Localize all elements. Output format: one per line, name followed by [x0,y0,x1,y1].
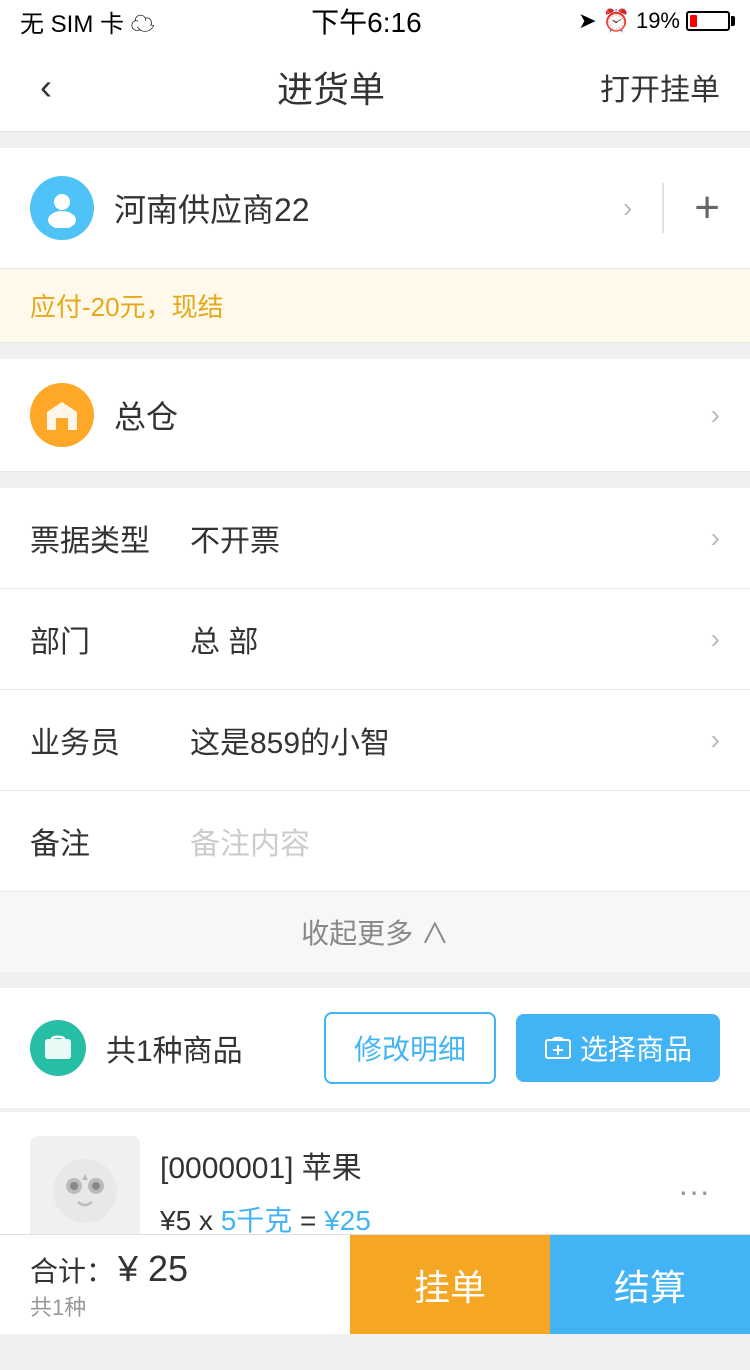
ticket-type-value: 不开票 [190,516,711,560]
product-quantity: 5千克 [221,1205,293,1236]
status-left: 无 SIM 卡 ☁ [20,4,155,39]
collapse-bar[interactable]: 收起更多 ∧ [0,892,750,972]
notice-bar: 应付-20元，现结 [0,269,750,343]
total-amount: ¥ 25 [118,1248,188,1290]
status-right: ➤ ⏰ 19% [578,8,730,34]
add-supplier-button[interactable]: + [694,186,720,230]
select-product-label: 选择商品 [580,1028,692,1068]
department-row[interactable]: 部门 总 部 › [0,589,750,690]
select-product-button[interactable]: 选择商品 [516,1014,720,1082]
product-count-text: 共1种商品 [106,1026,304,1070]
remarks-row[interactable]: 备注 备注内容 [0,791,750,892]
edit-detail-button[interactable]: 修改明细 [324,1012,496,1084]
department-chevron-icon: › [711,623,720,655]
salesman-row[interactable]: 业务员 这是859的小智 › [0,690,750,791]
total-count: 共1种 [30,1290,320,1322]
warehouse-name: 总仓 [114,392,711,438]
product-equals: = [292,1205,324,1236]
select-product-icon [544,1034,572,1062]
location-icon: ➤ [578,8,596,34]
nav-bar: ‹ 进货单 打开挂单 [0,42,750,132]
supplier-divider [662,183,664,233]
status-bar: 无 SIM 卡 ☁ 下午6:16 ➤ ⏰ 19% [0,0,750,42]
form-section: 票据类型 不开票 › 部门 总 部 › 业务员 这是859的小智 › 备注 备注… [0,488,750,892]
gap-4 [0,972,750,988]
salesman-chevron-icon: › [711,724,720,756]
total-label: 合计： [30,1250,114,1290]
supplier-chevron-icon: › [623,192,632,224]
department-label: 部门 [30,617,190,661]
gap-2 [0,343,750,359]
salesman-label: 业务员 [30,718,190,762]
product-unit-price: ¥5 x [160,1205,221,1236]
battery-icon [686,11,730,31]
page-title: 进货单 [277,61,385,113]
supplier-row[interactable]: 河南供应商22 › + [0,148,750,269]
gap-1 [0,132,750,148]
collapse-label: 收起更多 ∧ [301,912,449,952]
product-thumbnail [30,1136,140,1246]
product-thumb-icon [50,1156,120,1226]
warehouse-section: 总仓 › [0,359,750,472]
bottom-total: 合计： ¥ 25 共1种 [0,1235,350,1334]
ticket-type-label: 票据类型 [30,516,190,560]
alarm-icon: ⏰ [603,8,630,34]
product-count-icon [30,1020,86,1076]
product-name: [0000001] 苹果 [160,1143,648,1187]
ticket-type-row[interactable]: 票据类型 不开票 › [0,488,750,589]
supplier-section: 河南供应商22 › + 应付-20元，现结 [0,148,750,343]
department-value: 总 部 [190,617,711,661]
supplier-avatar [30,176,94,240]
sim-status: 无 SIM 卡 ☁ [20,4,155,39]
open-hang-button[interactable]: 打开挂单 [600,65,720,109]
warehouse-row[interactable]: 总仓 › [0,359,750,472]
gap-3 [0,472,750,488]
warehouse-icon [30,383,94,447]
hang-button[interactable]: 挂单 [350,1235,550,1334]
remarks-input[interactable]: 备注内容 [190,819,720,863]
supplier-name: 河南供应商22 [114,185,623,231]
product-info: [0000001] 苹果 ¥5 x 5千克 = ¥25 [160,1143,648,1239]
back-button[interactable]: ‹ [30,56,62,118]
ticket-type-chevron-icon: › [711,522,720,554]
salesman-value: 这是859的小智 [190,718,711,762]
bottom-bar: 合计： ¥ 25 共1种 挂单 结算 [0,1234,750,1334]
warehouse-chevron-icon: › [711,399,720,431]
checkout-button[interactable]: 结算 [550,1235,750,1334]
battery-percent: 19% [636,8,680,34]
remarks-label: 备注 [30,819,190,863]
product-total: ¥25 [324,1205,371,1236]
product-header: 共1种商品 修改明细 选择商品 [0,988,750,1108]
status-time: 下午6:16 [311,1,422,41]
product-price: ¥5 x 5千克 = ¥25 [160,1199,648,1239]
product-more-button[interactable]: ··· [668,1163,720,1220]
